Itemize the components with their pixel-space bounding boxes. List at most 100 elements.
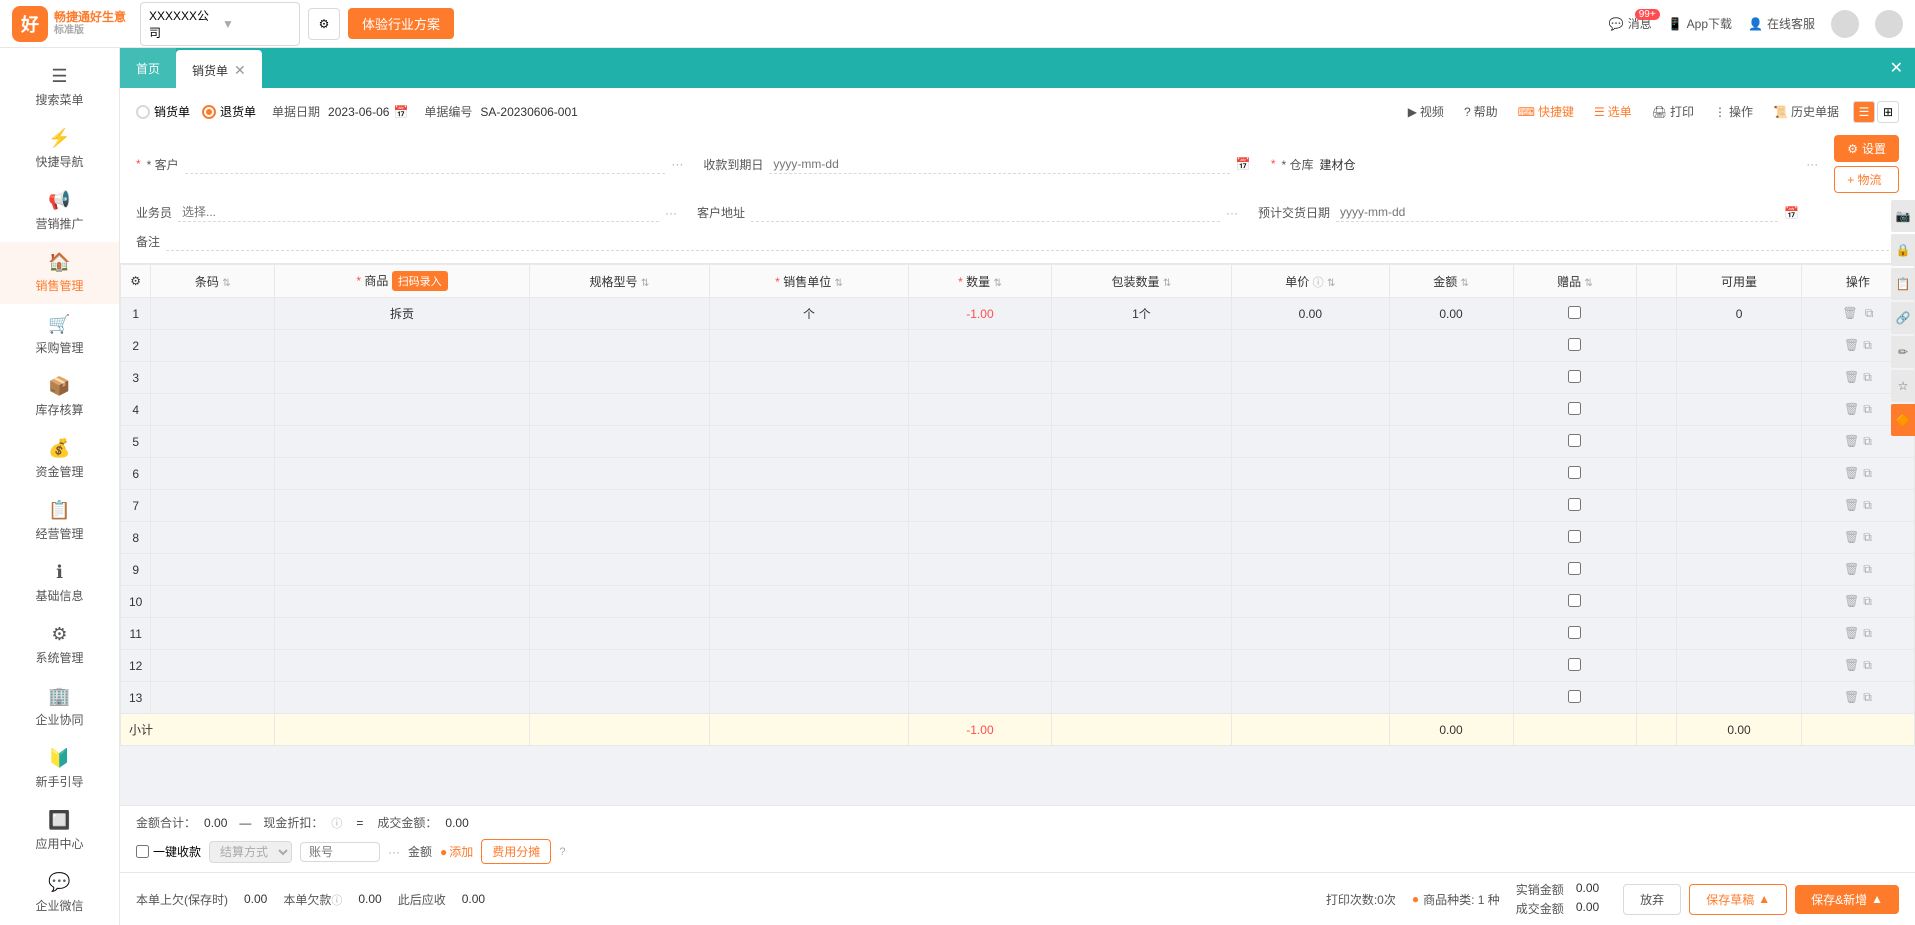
sidebar-item-purchase[interactable]: 🛒 采购管理 [0, 304, 119, 366]
return-order-radio[interactable]: 退货单 [202, 103, 256, 120]
staff-input[interactable] [178, 203, 659, 222]
discount-info-icon[interactable]: ⓘ [331, 815, 342, 831]
spec-sort-icon[interactable]: ⇅ [641, 278, 649, 289]
sidebar-item-wechat[interactable]: 💬 企业微信 [0, 862, 119, 924]
staff-dots[interactable]: ··· [665, 206, 677, 220]
fenpei-btn[interactable]: 费用分摊 [481, 839, 551, 864]
choose-btn[interactable]: ☰ 选单 [1588, 100, 1638, 123]
history-btn[interactable]: 📜 历史单据 [1767, 100, 1845, 123]
sidebar-item-guide[interactable]: 🔰 新手引导 [0, 738, 119, 800]
sidebar-item-system[interactable]: ⚙ 系统管理 [0, 614, 119, 676]
sales-order-radio[interactable]: 销货单 [136, 103, 190, 120]
right-tool-1[interactable]: 📷 [1891, 200, 1915, 232]
delivery-calendar-icon[interactable]: 📅 [1784, 206, 1799, 220]
message-badge: 99+ [1635, 9, 1660, 20]
row2-delete-icon[interactable]: 🗑 [1844, 338, 1859, 352]
logistics-btn[interactable]: + 物流 [1834, 166, 1899, 193]
experience-btn[interactable]: 体验行业方案 [348, 8, 454, 39]
sidebar-item-operation[interactable]: 📋 经营管理 [0, 490, 119, 552]
app-download-btn[interactable]: 📱 App下载 [1668, 15, 1732, 32]
row1-copy-icon[interactable]: ⧉ [1865, 306, 1874, 320]
settings-right-btn[interactable]: ⚙ 设置 [1834, 135, 1899, 162]
sidebar-item-marketing[interactable]: 📢 营销推广 [0, 180, 119, 242]
one-key-pay-check[interactable] [136, 845, 149, 858]
row2-copy-icon[interactable]: ⧉ [1863, 338, 1872, 352]
tab-close-icon[interactable]: ✕ [234, 62, 246, 79]
settings-icon-btn[interactable]: ⚙ [308, 8, 340, 40]
warehouse-dots[interactable]: ··· [1806, 157, 1818, 171]
barcode-sort-icon[interactable]: ⇅ [222, 278, 230, 289]
right-tool-4[interactable]: 🔗 [1891, 302, 1915, 334]
customer-address-input[interactable] [751, 203, 1220, 222]
customer-dots[interactable]: ··· [671, 157, 683, 171]
row1-delete-icon[interactable]: 🗑 [1842, 306, 1857, 320]
operation-btn[interactable]: ⋮ 操作 [1708, 100, 1759, 123]
row1-spec[interactable] [529, 298, 709, 330]
sidebar-item-basic[interactable]: ℹ 基础信息 [0, 552, 119, 614]
price-sort-icon[interactable]: ⇅ [1327, 278, 1335, 289]
one-key-pay-checkbox[interactable]: 一键收款 [136, 843, 201, 860]
row1-barcode[interactable] [151, 298, 275, 330]
tab-sales-order[interactable]: 销货单 ✕ [176, 50, 262, 90]
date-calendar-icon[interactable]: 📅 [393, 105, 408, 119]
video-btn[interactable]: ▶ 视频 [1402, 100, 1450, 123]
view-grid-btn[interactable]: ⊞ [1877, 101, 1899, 123]
unit-sort-icon[interactable]: ⇅ [835, 278, 843, 289]
due-date-calendar-icon[interactable]: 📅 [1236, 157, 1251, 171]
company-select[interactable]: XXXXXX公司 ▼ [140, 2, 300, 46]
right-tool-3[interactable]: 📋 [1891, 268, 1915, 300]
sidebar-item-appstore[interactable]: 🔲 应用中心 [0, 800, 119, 862]
gift-sort-icon[interactable]: ⇅ [1584, 278, 1592, 289]
row1-gift-checkbox[interactable] [1568, 306, 1581, 319]
product-types-label: 商品种类: 1 种 [1423, 891, 1500, 908]
sidebar-item-search[interactable]: ☰ 搜索菜单 [0, 56, 119, 118]
table-body: 1 拆贡 个 -1.00 1个 0.00 0.00 0 [121, 298, 1915, 746]
fenpei-info-icon[interactable]: ? [559, 846, 565, 858]
price-info-icon[interactable]: ⓘ [1313, 277, 1324, 289]
row1-gift[interactable] [1513, 298, 1637, 330]
abandon-btn[interactable]: 放弃 [1623, 884, 1681, 915]
online-service-btn[interactable]: 👤 在线客服 [1748, 15, 1815, 32]
account-input[interactable] [300, 842, 380, 862]
right-tool-2[interactable]: 🔒 [1891, 234, 1915, 266]
help-btn[interactable]: ? 帮助 [1458, 100, 1504, 123]
row3-delete-icon[interactable]: 🗑 [1844, 370, 1859, 384]
add-btn[interactable]: ● 添加 [440, 843, 473, 860]
save-new-btn[interactable]: 保存&新增 ▲ [1795, 885, 1899, 914]
col-gear[interactable]: ⚙ [121, 265, 151, 298]
user-avatar2[interactable] [1875, 10, 1903, 38]
address-dots[interactable]: ··· [1226, 206, 1238, 220]
settlement-select[interactable]: 结算方式 [209, 841, 292, 863]
tab-bar-close-btn[interactable]: ✕ [1890, 58, 1903, 78]
amount-sort-icon[interactable]: ⇅ [1461, 278, 1469, 289]
debt-info-icon[interactable]: ⓘ [331, 895, 342, 907]
sidebar-item-enterprise[interactable]: 🏢 企业协同 [0, 676, 119, 738]
operation-label: 操作 [1729, 103, 1753, 120]
sidebar-item-finance[interactable]: 💰 资金管理 [0, 428, 119, 490]
sidebar-item-sales[interactable]: 🏠 销售管理 [0, 242, 119, 304]
save-draft-btn[interactable]: 保存草稿 ▲ [1689, 884, 1787, 915]
scan-btn[interactable]: 扫码录入 [392, 271, 448, 291]
account-dots[interactable]: ··· [388, 845, 400, 859]
shortcut-btn[interactable]: ⌨ 快捷键 [1512, 100, 1580, 123]
right-tool-6[interactable]: ☆ [1891, 370, 1915, 402]
print-btn[interactable]: 🖨 打印 [1646, 100, 1700, 123]
qty-sort-icon[interactable]: ⇅ [993, 278, 1001, 289]
tab-home[interactable]: 首页 [120, 48, 176, 88]
customer-input[interactable] [185, 155, 666, 174]
user-avatar[interactable] [1831, 10, 1859, 38]
remarks-input[interactable] [166, 232, 1899, 251]
packqty-sort-icon[interactable]: ⇅ [1163, 278, 1171, 289]
due-date-input[interactable] [769, 155, 1229, 174]
row2-gift-checkbox[interactable] [1568, 338, 1581, 351]
delivery-date-input[interactable] [1336, 203, 1778, 222]
message-btn[interactable]: 💬 消息 99+ [1609, 15, 1652, 32]
order-number-label: 单据编号 [424, 103, 472, 120]
sidebar-item-quick-nav[interactable]: ⚡ 快捷导航 [0, 118, 119, 180]
row1-price[interactable]: 0.00 [1232, 298, 1390, 330]
row3-gift-checkbox[interactable] [1568, 370, 1581, 383]
right-tool-7[interactable]: 🔶 [1891, 404, 1915, 436]
right-tool-5[interactable]: ✏ [1891, 336, 1915, 368]
view-list-btn[interactable]: ☰ [1853, 101, 1875, 123]
sidebar-item-inventory[interactable]: 📦 库存核算 [0, 366, 119, 428]
